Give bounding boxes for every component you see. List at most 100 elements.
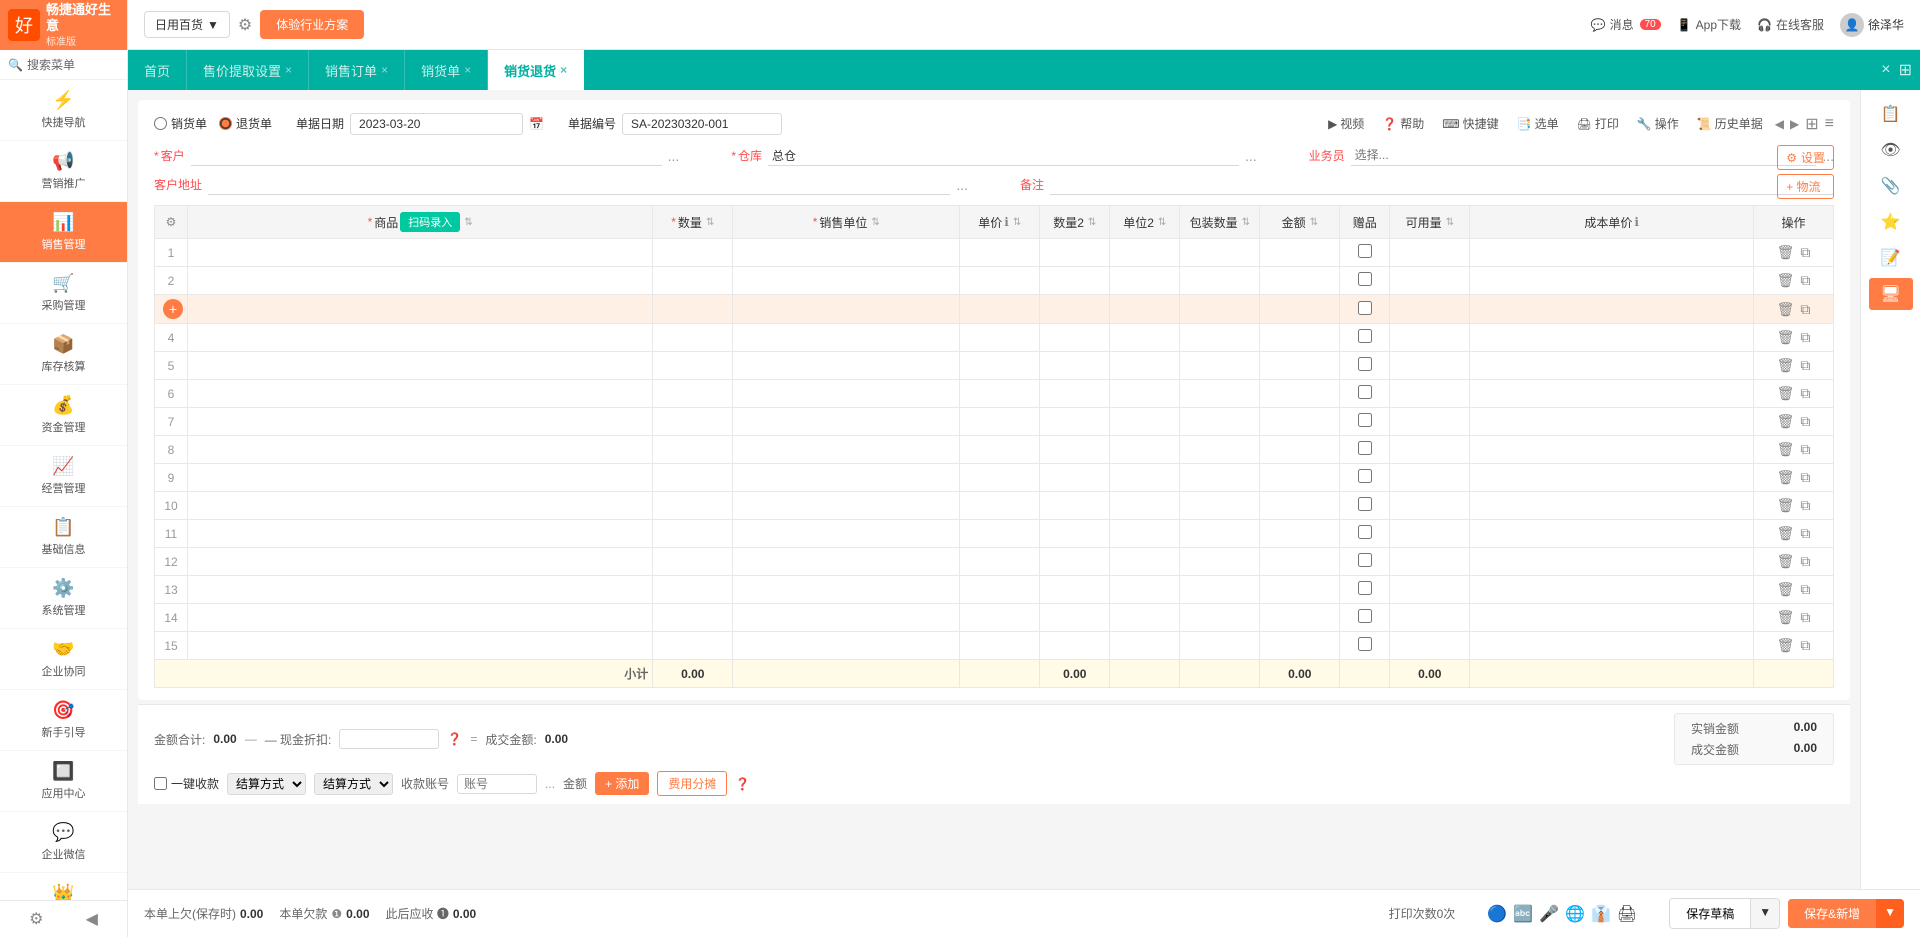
online-service-btn[interactable]: 🎧 在线客服 [1757,16,1824,33]
settings-corner-btn[interactable]: ⚙ 设置 [1777,145,1834,170]
delete-row-1-btn[interactable]: 🗑 [1777,244,1795,261]
side-panel-btn-1[interactable]: 📋 [1869,98,1913,130]
qty-cell-13[interactable] [653,576,733,604]
copy-row-13-btn[interactable]: ⧉ [1800,581,1810,598]
product-cell-13[interactable] [188,576,653,604]
gift-cell-10[interactable] [1340,492,1390,520]
pack-cell-10[interactable] [1180,492,1260,520]
cost-cell-5[interactable] [1470,352,1754,380]
sidebar-item-inventory[interactable]: 📦 库存核算 [0,324,127,385]
unit2-cell-11[interactable] [1110,520,1180,548]
qty2-sort-icon[interactable]: ⇅ [1088,217,1096,228]
delete-row-14-btn[interactable]: 🗑 [1777,609,1795,626]
copy-row-12-btn[interactable]: ⧉ [1800,553,1810,570]
qty-cell-9[interactable] [653,464,733,492]
history-next-btn[interactable]: ▶ [1790,117,1799,131]
fee-split-btn[interactable]: 费用分摊 [657,771,727,796]
one-key-collect-check[interactable]: 一键收款 [154,775,219,792]
radio-return[interactable]: 退货单 [219,115,272,132]
order-no-input[interactable] [622,113,782,135]
sidebar-item-marketing[interactable]: 📢 营销推广 [0,141,127,202]
unit2-cell-1[interactable] [1110,239,1180,267]
qty2-cell-13[interactable] [1040,576,1110,604]
col-settings[interactable]: ⚙ [155,206,188,239]
discount-input[interactable] [339,729,439,749]
qty-cell-8[interactable] [653,436,733,464]
search-menu-item[interactable]: 🔍 搜索菜单 [0,50,127,80]
radio-return-input[interactable] [219,117,232,130]
user-menu[interactable]: 👤 徐泽华 [1840,13,1904,37]
add-logistics-btn[interactable]: + 物流 [1777,174,1834,199]
app-download-btn[interactable]: 📱 App下载 [1677,16,1741,33]
gift-cell-12[interactable] [1340,548,1390,576]
amount-cell-15[interactable] [1260,632,1340,660]
taskbar-icon-2[interactable]: 🔤 [1513,904,1533,924]
price-cell-7[interactable] [960,408,1040,436]
qty-cell-10[interactable] [653,492,733,520]
available-cell-4[interactable] [1390,324,1470,352]
add-row-cell[interactable]: + [155,295,188,324]
tab-close-all-btn[interactable]: × [1881,61,1890,79]
gift-checkbox-9[interactable] [1358,469,1372,483]
gift-checkbox-4[interactable] [1358,329,1372,343]
copy-row-8-btn[interactable]: ⧉ [1800,441,1810,458]
amount-cell-1[interactable] [1260,239,1340,267]
gift-checkbox-11[interactable] [1358,525,1372,539]
gift-cell-14[interactable] [1340,604,1390,632]
price-cell-13[interactable] [960,576,1040,604]
copy-row-9-btn[interactable]: ⧉ [1800,469,1810,486]
unit2-cell-3[interactable] [1110,295,1180,324]
sidebar-item-wechat[interactable]: 💬 企业微信 [0,812,127,873]
side-panel-btn-3[interactable]: 📎 [1869,170,1913,202]
available-cell-14[interactable] [1390,604,1470,632]
save-draft-dropdown-btn[interactable]: ▼ [1750,899,1779,928]
account-dots[interactable]: ... [545,777,555,791]
copy-row-11-btn[interactable]: ⧉ [1800,525,1810,542]
gift-checkbox-12[interactable] [1358,553,1372,567]
pack-cell-9[interactable] [1180,464,1260,492]
unit-cell-15[interactable] [733,632,960,660]
unit2-cell-2[interactable] [1110,267,1180,295]
note-input[interactable] [1050,174,1834,195]
copy-row-3-btn[interactable]: ⧉ [1800,301,1810,318]
unit2-cell-5[interactable] [1110,352,1180,380]
available-cell-1[interactable] [1390,239,1470,267]
product-cell-9[interactable] [188,464,653,492]
product-cell-5[interactable] [188,352,653,380]
cost-cell-1[interactable] [1470,239,1754,267]
delete-row-6-btn[interactable]: 🗑 [1777,385,1795,402]
sidebar-item-system[interactable]: ⚙️ 系统管理 [0,568,127,629]
cost-cell-8[interactable] [1470,436,1754,464]
scan-btn[interactable]: 扫码录入 [400,212,460,232]
pack-cell-4[interactable] [1180,324,1260,352]
delete-row-4-btn[interactable]: 🗑 [1777,329,1795,346]
pack-cell-5[interactable] [1180,352,1260,380]
radio-sales[interactable]: 销货单 [154,115,207,132]
qty2-cell-9[interactable] [1040,464,1110,492]
messages-btn[interactable]: 💬 消息 70 [1591,16,1661,33]
gift-cell-15[interactable] [1340,632,1390,660]
tab-sales-return-close[interactable]: × [560,63,567,77]
grid-view-btn[interactable]: ⊞ [1805,114,1818,134]
side-panel-btn-6[interactable]: 🖥 [1869,278,1913,310]
qty2-cell-14[interactable] [1040,604,1110,632]
amount-cell-5[interactable] [1260,352,1340,380]
price-cell-15[interactable] [960,632,1040,660]
price-cell-6[interactable] [960,380,1040,408]
tab-sales-order-close[interactable]: × [381,63,388,77]
available-cell-9[interactable] [1390,464,1470,492]
tab-expand-btn[interactable]: ⊞ [1899,60,1912,80]
one-key-collect-checkbox[interactable] [154,777,167,790]
qty2-cell-8[interactable] [1040,436,1110,464]
tab-sales-order[interactable]: 销售订单 × [309,50,405,90]
qty-cell-7[interactable] [653,408,733,436]
calculation-select[interactable]: 结算方式 [314,773,393,795]
product-cell-1[interactable] [188,239,653,267]
qty-cell-15[interactable] [653,632,733,660]
delete-row-8-btn[interactable]: 🗑 [1777,441,1795,458]
cost-cell-4[interactable] [1470,324,1754,352]
delete-row-9-btn[interactable]: 🗑 [1777,469,1795,486]
qty-cell-1[interactable] [653,239,733,267]
gift-checkbox-14[interactable] [1358,609,1372,623]
warehouse-input[interactable] [768,145,1239,166]
